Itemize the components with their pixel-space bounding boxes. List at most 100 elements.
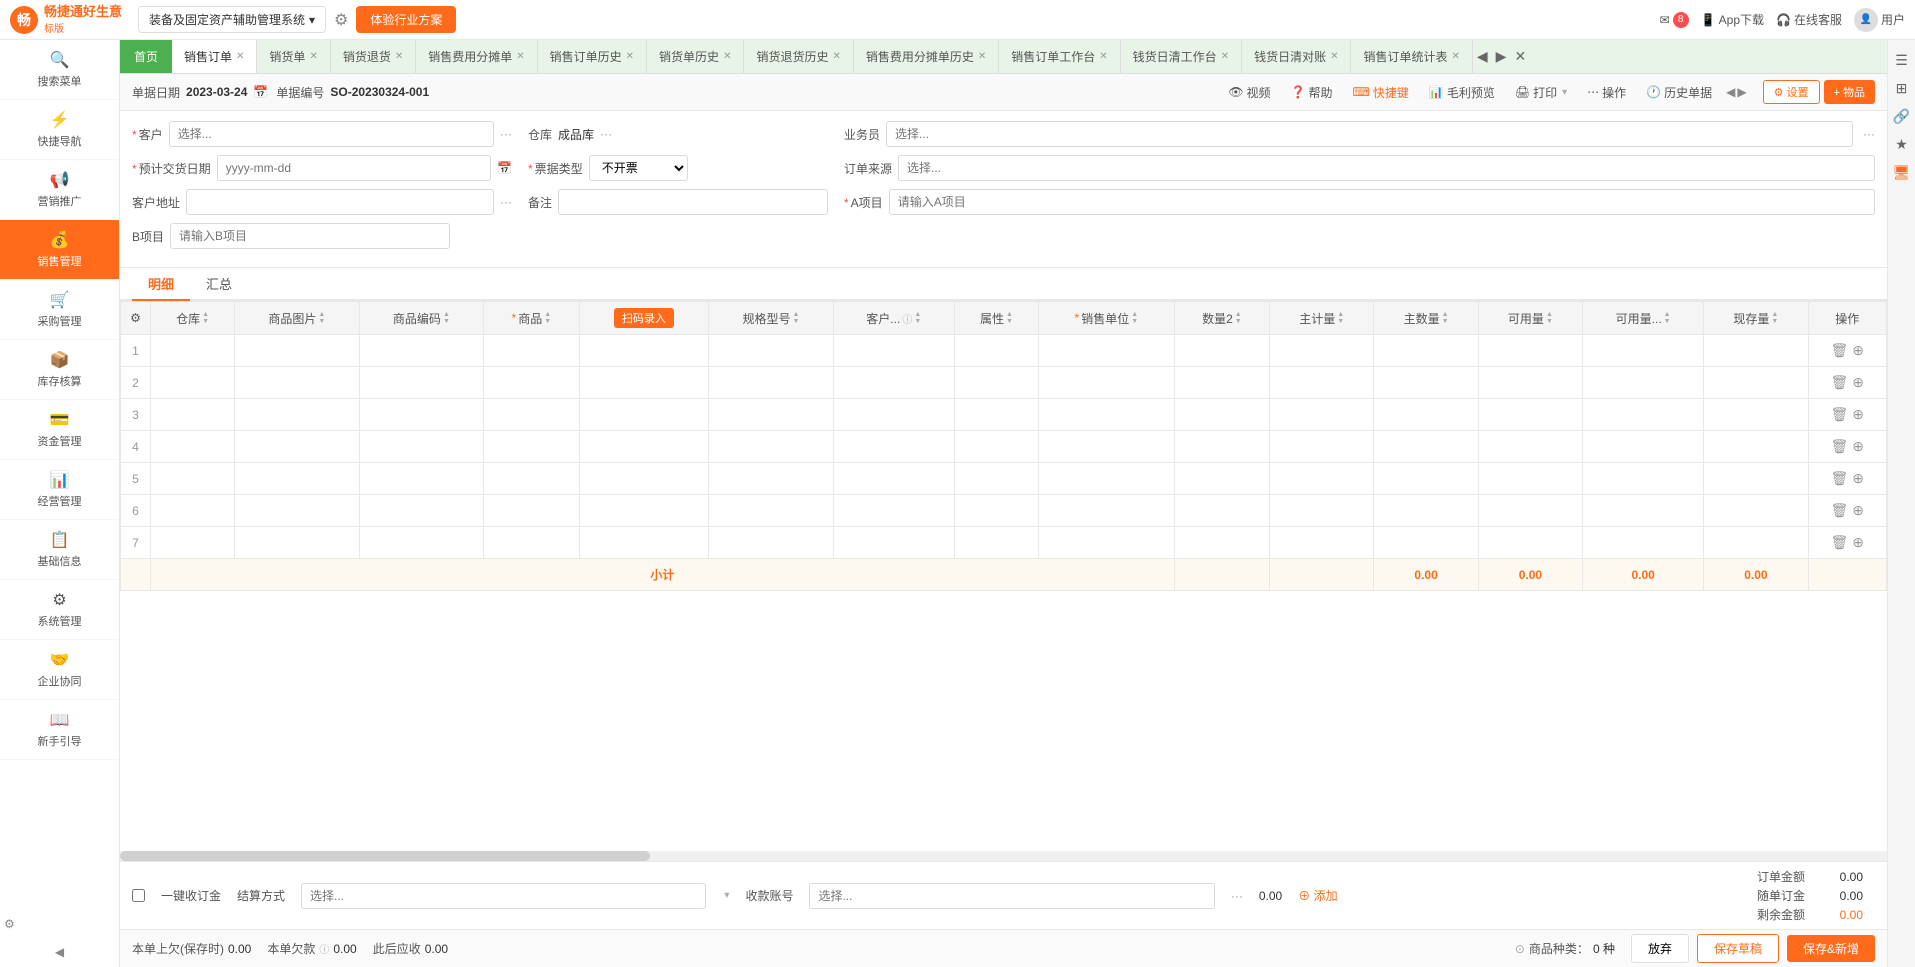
tab-close-stats[interactable]: ✕ [1452, 51, 1460, 62]
sort-stock[interactable]: ▲▼ [1771, 311, 1778, 325]
cell-product-4[interactable] [484, 431, 579, 463]
copy-icon-6[interactable]: ⊕ [1852, 502, 1864, 519]
sort-warehouse[interactable]: ▲▼ [202, 311, 209, 325]
cell-attribute-1[interactable] [954, 335, 1038, 367]
cell-attribute-4[interactable] [954, 431, 1038, 463]
delivery-calendar-icon[interactable]: 📅 [497, 161, 512, 175]
tab-daily-workbench[interactable]: 钱货日清工作台 ✕ [1121, 40, 1242, 74]
address-input[interactable] [186, 189, 494, 215]
cell-spec-4[interactable] [709, 431, 834, 463]
settings-button[interactable]: ⚙ 设置 [1763, 80, 1820, 104]
cell-warehouse-7[interactable] [151, 527, 235, 559]
sort-available2[interactable]: ▲▼ [1664, 311, 1671, 325]
cell-qty2-1[interactable] [1174, 335, 1269, 367]
sidebar-item-inventory[interactable]: 📦 库存核算 [0, 340, 119, 400]
receipt-dots[interactable]: ··· [1231, 889, 1243, 903]
cell-spec-7[interactable] [709, 527, 834, 559]
tab-close-sales-return[interactable]: ✕ [395, 51, 403, 62]
cell-main-qty-4[interactable] [1374, 431, 1478, 463]
tab-expense-history[interactable]: 销售费用分摊单历史 ✕ [854, 40, 999, 74]
cell-spec-6[interactable] [709, 495, 834, 527]
customer-input[interactable] [169, 121, 494, 147]
sort-qty2[interactable]: ▲▼ [1235, 311, 1242, 325]
cell-spec-3[interactable] [709, 399, 834, 431]
sort-product[interactable]: ▲▼ [544, 311, 551, 325]
cell-warehouse-4[interactable] [151, 431, 235, 463]
cell-unit-2[interactable] [1038, 367, 1174, 399]
sidebar-item-guide[interactable]: 📖 新手引导 [0, 700, 119, 760]
cell-main-qty-5[interactable] [1374, 463, 1478, 495]
sidebar-item-search[interactable]: 🔍 搜索菜单 [0, 40, 119, 100]
cell-unit-4[interactable] [1038, 431, 1174, 463]
scrollbar-x[interactable] [120, 851, 1887, 861]
calendar-icon[interactable]: 📅 [253, 85, 268, 99]
save-new-button[interactable]: 保存&新增 [1787, 935, 1875, 962]
tab-reconcile[interactable]: 钱货日清对账 ✕ [1242, 40, 1351, 74]
cell-unit-1[interactable] [1038, 335, 1174, 367]
cell-spec-5[interactable] [709, 463, 834, 495]
rp-icon-grid[interactable]: ⊞ [1890, 76, 1914, 100]
toolbar-operation[interactable]: ⋯ 操作 [1581, 82, 1632, 103]
sort-available[interactable]: ▲▼ [1546, 311, 1553, 325]
tab-home[interactable]: 首页 [120, 40, 172, 74]
cell-warehouse-2[interactable] [151, 367, 235, 399]
cell-customer-code-5[interactable] [833, 463, 954, 495]
toolbar-view[interactable]: 👁 视频 [1222, 82, 1276, 103]
cell-product-2[interactable] [484, 367, 579, 399]
online-service[interactable]: 🎧 在线客服 [1776, 11, 1842, 28]
cell-main-unit-3[interactable] [1270, 399, 1374, 431]
cell-main-qty-3[interactable] [1374, 399, 1478, 431]
cell-warehouse-1[interactable] [151, 335, 235, 367]
one-key-checkbox[interactable] [132, 889, 145, 902]
cell-main-qty-2[interactable] [1374, 367, 1478, 399]
cell-product-7[interactable] [484, 527, 579, 559]
sidebar-item-purchase[interactable]: 🛒 采购管理 [0, 280, 119, 340]
copy-icon-7[interactable]: ⊕ [1852, 534, 1864, 551]
sidebar-collapse[interactable]: ◀ [0, 937, 119, 967]
cell-main-qty-1[interactable] [1374, 335, 1478, 367]
save-draft-button[interactable]: 保存草稿 [1697, 934, 1779, 963]
cell-code-3[interactable] [359, 399, 484, 431]
tab-close-expense-history[interactable]: ✕ [978, 51, 986, 62]
cell-qty2-2[interactable] [1174, 367, 1269, 399]
toolbar-history[interactable]: 🕐 历史单据 [1640, 82, 1718, 103]
tab-slip-history[interactable]: 销货单历史 ✕ [647, 40, 744, 74]
app-download[interactable]: 📱 App下载 [1701, 11, 1764, 28]
tab-close-sales-expense[interactable]: ✕ [516, 51, 524, 62]
copy-icon-1[interactable]: ⊕ [1852, 342, 1864, 359]
cell-attribute-7[interactable] [954, 527, 1038, 559]
cell-qty2-7[interactable] [1174, 527, 1269, 559]
address-dots[interactable]: ··· [500, 195, 512, 209]
col-settings[interactable]: ⚙ [121, 302, 151, 335]
cell-code-6[interactable] [359, 495, 484, 527]
cell-customer-code-4[interactable] [833, 431, 954, 463]
user-item[interactable]: 👤 用户 [1854, 8, 1905, 32]
cell-main-qty-6[interactable] [1374, 495, 1478, 527]
tab-more[interactable]: ✕ [1510, 48, 1530, 65]
invoice-select[interactable]: 不开票 普通发票 增值税发票 [589, 155, 688, 181]
tab-return-history[interactable]: 销货退货历史 ✕ [744, 40, 853, 74]
tab-nav-right[interactable]: ▶ [1492, 48, 1511, 65]
copy-icon-3[interactable]: ⊕ [1852, 406, 1864, 423]
cell-attribute-6[interactable] [954, 495, 1038, 527]
nav-prev-icon[interactable]: ◀ [1726, 85, 1735, 99]
cell-code-5[interactable] [359, 463, 484, 495]
tab-close-slip-history[interactable]: ✕ [723, 51, 731, 62]
warehouse-dots[interactable]: ··· [600, 127, 612, 141]
tab-detail[interactable]: 明细 [132, 268, 190, 301]
delivery-input[interactable] [217, 155, 491, 181]
rp-icon-layout[interactable]: ☰ [1890, 48, 1914, 72]
sort-customer-code[interactable]: ▲▼ [914, 311, 921, 325]
tab-sales-order-history[interactable]: 销售订单历史 ✕ [538, 40, 647, 74]
toolbar-print[interactable]: 🖨 打印 ▾ [1509, 82, 1573, 103]
cell-main-unit-5[interactable] [1270, 463, 1374, 495]
payment-method-input[interactable] [301, 883, 706, 909]
cell-unit-6[interactable] [1038, 495, 1174, 527]
cell-main-unit-2[interactable] [1270, 367, 1374, 399]
scrollbar-thumb[interactable] [120, 851, 650, 861]
tab-order-workbench[interactable]: 销售订单工作台 ✕ [999, 40, 1120, 74]
cell-customer-code-1[interactable] [833, 335, 954, 367]
sort-main-unit[interactable]: ▲▼ [1337, 311, 1344, 325]
sidebar-settings[interactable]: ⚙ [0, 911, 119, 937]
cell-spec-1[interactable] [709, 335, 834, 367]
